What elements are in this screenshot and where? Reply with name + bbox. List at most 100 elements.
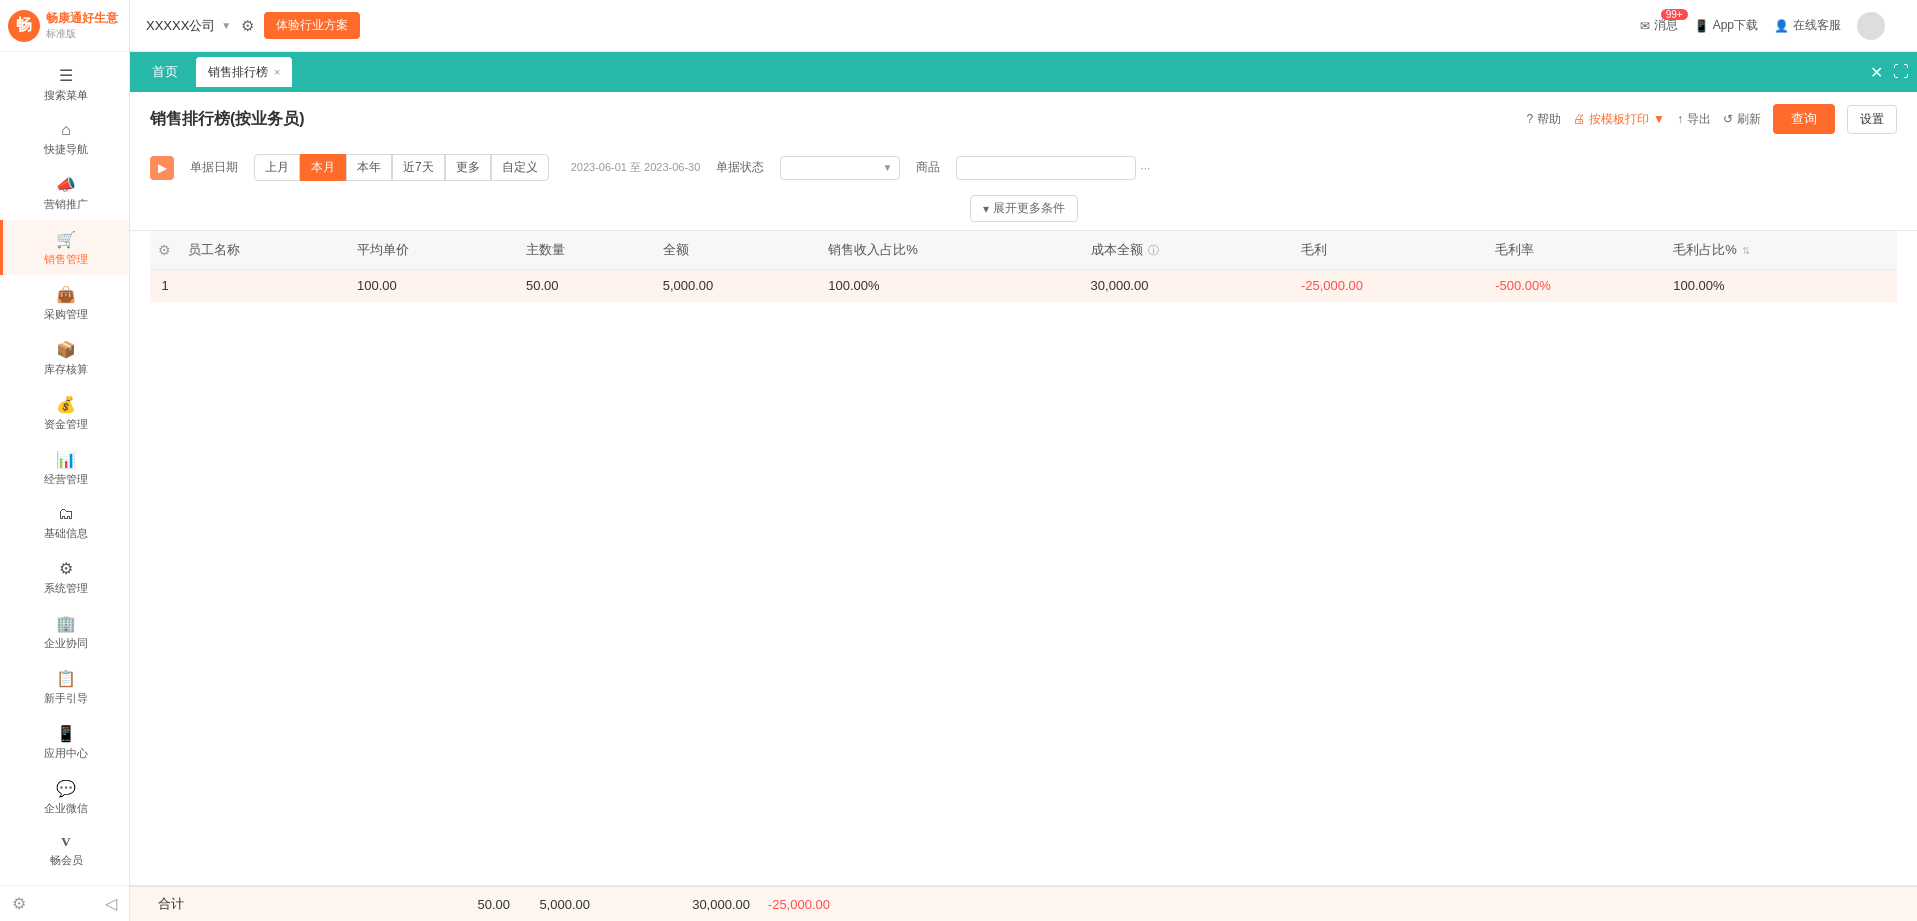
export-icon: ↑ <box>1677 112 1683 126</box>
logo-icon: 畅 <box>8 10 40 42</box>
refresh-btn[interactable]: ↺ 刷新 <box>1723 111 1761 128</box>
user-avatar[interactable] <box>1857 12 1885 40</box>
sidebar-item-marketing[interactable]: 📣 营销推广 <box>0 165 129 220</box>
guide-icon: 📋 <box>56 669 76 688</box>
col-profit-rate-header: 毛利率 <box>1487 231 1665 270</box>
row-qty: 50.00 <box>518 270 655 302</box>
sidebar-item-wechat[interactable]: 💬 企业微信 <box>0 769 129 824</box>
tab-minimize-icon[interactable]: ✕ <box>1870 63 1883 82</box>
status-select[interactable] <box>780 156 900 180</box>
row-rank: 1 <box>150 270 180 302</box>
sidebar-item-finance[interactable]: 💰 资金管理 <box>0 385 129 440</box>
finance-icon: 💰 <box>56 395 76 414</box>
row-profit: -25,000.00 <box>1293 270 1487 302</box>
settings-button[interactable]: 设置 <box>1847 105 1897 134</box>
enterprise-icon: 🏢 <box>56 614 76 633</box>
tab-expand-icon[interactable]: ⛶ <box>1893 63 1909 81</box>
topbar: XXXXX公司 ▼ ⚙ 体验行业方案 ✉ 消息 99+ 📱 App下载 👤 在线… <box>130 0 1917 52</box>
tabbar: 首页 销售排行榜 × ✕ ⛶ <box>130 52 1917 92</box>
col-settings-icon[interactable]: ⚙ <box>158 242 171 258</box>
product-more-btn[interactable]: ··· <box>1140 161 1150 175</box>
sidebar-logo: 畅 畅康通好生意 标准版 <box>0 0 129 52</box>
member-icon: V <box>61 834 70 850</box>
last7-btn[interactable]: 近7天 <box>392 154 445 181</box>
col-profit-header: 毛利 <box>1293 231 1487 270</box>
inventory-icon: 📦 <box>56 340 76 359</box>
main-area: XXXXX公司 ▼ ⚙ 体验行业方案 ✉ 消息 99+ 📱 App下载 👤 在线… <box>130 0 1917 921</box>
total-label: 合计 <box>158 895 298 913</box>
row-employee <box>180 270 349 302</box>
sidebar: 畅 畅康通好生意 标准版 ☰ 搜索菜单 ⌂ 快捷导航 📣 营销推广 🛒 销售管理… <box>0 0 130 921</box>
company-name: XXXXX公司 <box>146 17 215 35</box>
message-btn[interactable]: ✉ 消息 99+ <box>1640 17 1678 34</box>
refresh-icon: ↺ <box>1723 112 1733 126</box>
current-year-btn[interactable]: 本年 <box>346 154 392 181</box>
print-btn[interactable]: 🖨 按模板打印 ▼ <box>1573 111 1665 128</box>
online-service-btn[interactable]: 👤 在线客服 <box>1774 17 1841 34</box>
date-range-text: 2023-06-01 至 2023-06-30 <box>571 160 701 175</box>
settings-gear-icon[interactable]: ⚙ <box>12 894 26 913</box>
service-icon: 👤 <box>1774 19 1789 33</box>
sidebar-item-member[interactable]: V 畅会员 <box>0 824 129 876</box>
last-month-btn[interactable]: 上月 <box>254 154 300 181</box>
more-date-btn[interactable]: 更多 <box>445 154 491 181</box>
page-title: 销售排行榜(按业务员) <box>150 109 305 130</box>
product-input[interactable] <box>956 156 1136 180</box>
topbar-settings-icon[interactable]: ⚙ <box>241 17 254 35</box>
sidebar-item-purchase[interactable]: 👜 采购管理 <box>0 275 129 330</box>
row-sales-pct: 100.00% <box>820 270 1082 302</box>
product-label: 商品 <box>916 159 940 176</box>
sidebar-item-operations[interactable]: 📊 经营管理 <box>0 440 129 495</box>
app-download-btn[interactable]: 📱 App下载 <box>1694 17 1758 34</box>
collapse-sidebar-icon[interactable]: ◁ <box>105 894 117 913</box>
col-amount-header: 全额 <box>655 231 821 270</box>
sidebar-item-sales[interactable]: 🛒 销售管理 <box>0 220 129 275</box>
sidebar-item-system[interactable]: ⚙ 系统管理 <box>0 549 129 604</box>
status-label: 单据状态 <box>716 159 764 176</box>
search-menu-icon: ☰ <box>59 66 73 85</box>
print-chevron-icon: ▼ <box>1653 112 1665 126</box>
tab-home[interactable]: 首页 <box>138 52 192 92</box>
page-actions: ? 帮助 🖨 按模板打印 ▼ ↑ 导出 ↺ 刷新 <box>1526 104 1897 134</box>
filter-row-main: ▶ 单据日期 上月 本月 本年 近7天 更多 自定义 2023-06-01 至 … <box>150 144 1897 189</box>
row-amount: 5,000.00 <box>655 270 821 302</box>
export-btn[interactable]: ↑ 导出 <box>1677 111 1711 128</box>
filter-collapse-btn[interactable]: ▶ <box>150 156 174 180</box>
company-selector[interactable]: XXXXX公司 ▼ <box>146 17 231 35</box>
trial-btn[interactable]: 体验行业方案 <box>264 12 360 39</box>
tab-sales-ranking[interactable]: 销售排行榜 × <box>196 57 292 87</box>
expand-more-btn[interactable]: ▾ 展开更多条件 <box>970 195 1078 222</box>
page-filter-area: 销售排行榜(按业务员) ? 帮助 🖨 按模板打印 ▼ ↑ 导出 <box>130 92 1917 231</box>
home-icon: ⌂ <box>61 121 71 139</box>
message-badge: 99+ <box>1661 9 1688 20</box>
sidebar-item-enterprise[interactable]: 🏢 企业协同 <box>0 604 129 659</box>
sidebar-item-inventory[interactable]: 📦 库存核算 <box>0 330 129 385</box>
profit-pct-sort-icon[interactable]: ⇅ <box>1742 245 1750 256</box>
col-qty-header: 主数量 <box>518 231 655 270</box>
col-cost-header: 成本全额 ⓘ <box>1083 231 1293 270</box>
sidebar-item-apps[interactable]: 📱 应用中心 <box>0 714 129 769</box>
custom-btn[interactable]: 自定义 <box>491 154 549 181</box>
sidebar-item-search[interactable]: ☰ 搜索菜单 <box>0 56 129 111</box>
query-button[interactable]: 查询 <box>1773 104 1835 134</box>
purchase-icon: 👜 <box>56 285 76 304</box>
current-month-btn[interactable]: 本月 <box>300 154 346 181</box>
date-filter-group: 上月 本月 本年 近7天 更多 自定义 <box>254 154 549 181</box>
data-table: ⚙ 员工名称 平均单价 主数量 全额 <box>150 231 1897 302</box>
table-area: ⚙ 员工名称 平均单价 主数量 全额 <box>130 231 1917 885</box>
app-download-icon: 📱 <box>1694 19 1709 33</box>
sidebar-item-shortcut[interactable]: ⌂ 快捷导航 <box>0 111 129 165</box>
table-footer: 合计 50.00 5,000.00 30,000.00 -25,000.00 <box>130 885 1917 921</box>
filter-collapse-icon: ▶ <box>158 161 167 175</box>
help-link[interactable]: ? 帮助 <box>1526 111 1561 128</box>
cost-info-icon[interactable]: ⓘ <box>1148 244 1159 256</box>
marketing-icon: 📣 <box>56 175 76 194</box>
product-filter: ··· <box>956 156 1150 180</box>
row-cost: 30,000.00 <box>1083 270 1293 302</box>
sidebar-item-guide[interactable]: 📋 新手引导 <box>0 659 129 714</box>
total-cost: 30,000.00 <box>678 897 758 912</box>
tab-close-icon[interactable]: × <box>274 66 280 78</box>
topbar-right: ✉ 消息 99+ 📱 App下载 👤 在线客服 <box>1640 12 1901 40</box>
system-icon: ⚙ <box>59 559 73 578</box>
sidebar-item-basic[interactable]: 🗂 基础信息 <box>0 495 129 549</box>
